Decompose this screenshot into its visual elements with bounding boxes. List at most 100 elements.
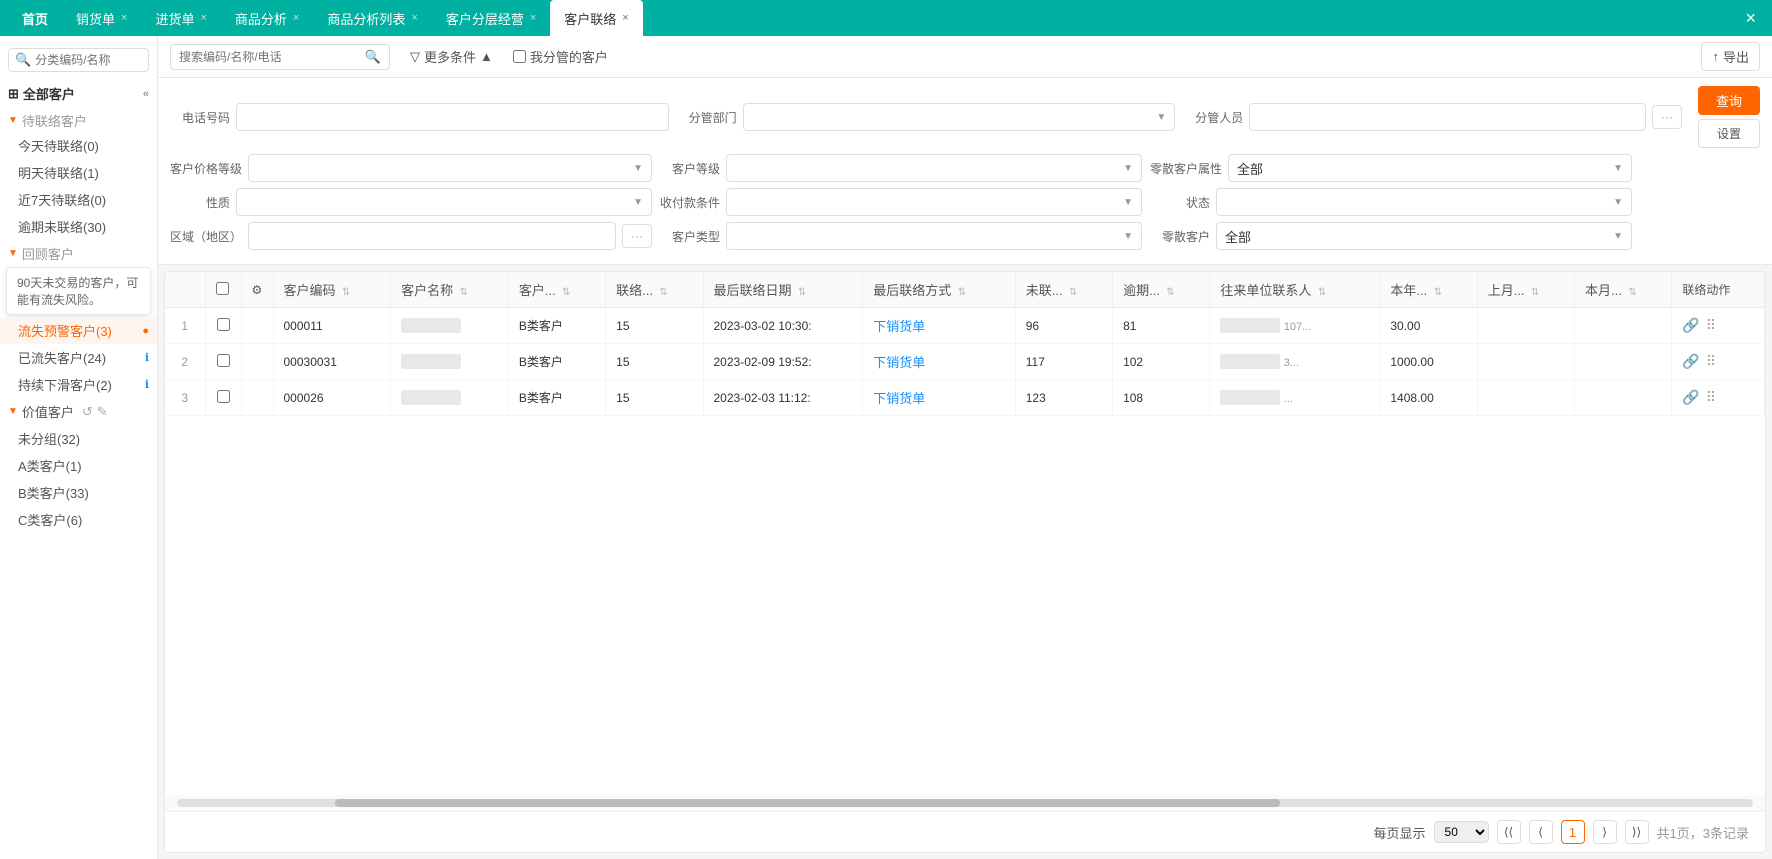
page-current-button[interactable]: 1 (1561, 820, 1585, 844)
nav-tab-customer-tier[interactable]: 客户分层经营 × (432, 0, 550, 36)
cell-overdue-2: 108 (1113, 380, 1210, 416)
page-next-button[interactable]: ⟩ (1593, 820, 1617, 844)
filter-select-manager[interactable] (1249, 103, 1646, 131)
sidebar-group-review[interactable]: ▼ 回顾客户 (0, 240, 157, 265)
export-button[interactable]: ↑ 导出 (1701, 42, 1760, 71)
nav-tab-sales[interactable]: 销货单 × (62, 0, 141, 36)
col-code[interactable]: 客户编码 ⇅ (273, 272, 391, 308)
last-contact-method-link-1[interactable]: 下销货单 (873, 355, 925, 370)
nav-tab-product-analysis-close[interactable]: × (293, 12, 299, 24)
col-this-month[interactable]: 本月... ⇅ (1575, 272, 1672, 308)
sidebar-all-customers[interactable]: ⊞ 全部客户 « (0, 80, 157, 107)
my-customers-checkbox-container[interactable]: 我分管的客户 (513, 47, 608, 66)
page-prev-button[interactable]: ⟨ (1529, 820, 1553, 844)
sidebar-item-7days-contact[interactable]: 近7天待联络(0) (0, 186, 157, 213)
filter-select-customer-level[interactable]: ▼ (726, 154, 1142, 182)
filter-select-price-level[interactable]: ▼ (248, 154, 652, 182)
nav-tab-purchase-close[interactable]: × (200, 12, 206, 24)
action-menu-icon-2[interactable]: ⠿ (1706, 389, 1716, 406)
filter-select-dept[interactable]: ▼ (743, 103, 1176, 131)
nav-tab-purchase[interactable]: 进货单 × (141, 0, 220, 36)
action-link-icon-0[interactable]: 🔗 (1682, 317, 1699, 334)
sidebar-item-c-class[interactable]: C类客户(6) (0, 506, 157, 533)
nav-tab-home[interactable]: 首页 (8, 0, 62, 36)
col-uncontacted[interactable]: 未联... ⇅ (1015, 272, 1112, 308)
sidebar-group-pending[interactable]: ▼ 待联络客户 (0, 107, 157, 132)
settings-button[interactable]: 设置 (1698, 119, 1760, 148)
last-contact-method-link-0[interactable]: 下销货单 (873, 319, 925, 334)
sidebar-item-churn-warning[interactable]: 流失预警客户(3) ● (0, 317, 157, 344)
row-checkbox-0[interactable] (217, 318, 230, 331)
nav-tab-product-analysis-list-close[interactable]: × (411, 12, 417, 24)
filter-select-status[interactable]: ▼ (1216, 188, 1632, 216)
filter-select-nature[interactable]: ▼ (236, 188, 652, 216)
sidebar: 🔍 ⊞ 全部客户 « ▼ 待联络客户 今天待联络(0) 明天待联络(1) 近7天… (0, 36, 158, 859)
filter-more-manager-button[interactable]: ··· (1652, 105, 1682, 129)
sidebar-item-a-class[interactable]: A类客户(1) (0, 452, 157, 479)
sidebar-group-value-label: 价值客户 (22, 402, 74, 421)
cell-last-contact-method-1: 下销货单 (863, 344, 1016, 380)
filter-search-input[interactable] (179, 50, 359, 64)
cell-contact-1: 15 (606, 344, 703, 380)
row-checkbox-1[interactable] (217, 354, 230, 367)
col-type[interactable]: 客户... ⇅ (508, 272, 605, 308)
horizontal-scrollbar[interactable] (177, 799, 1753, 807)
nav-tab-product-analysis[interactable]: 商品分析 × (221, 0, 313, 36)
col-last-month[interactable]: 上月... ⇅ (1477, 272, 1574, 308)
horizontal-scrollbar-thumb[interactable] (335, 799, 1281, 807)
nav-tab-sales-close[interactable]: × (121, 12, 127, 24)
filter-select-payment[interactable]: ▼ (726, 188, 1142, 216)
cell-action-1: 🔗 ⠿ (1672, 344, 1765, 380)
sidebar-item-overdue-contact[interactable]: 逾期未联络(30) (0, 213, 157, 240)
action-menu-icon-0[interactable]: ⠿ (1706, 317, 1716, 334)
sidebar-search-input[interactable] (35, 53, 142, 67)
sidebar-item-ungrouped[interactable]: 未分组(32) (0, 425, 157, 452)
last-contact-method-link-2[interactable]: 下销货单 (873, 391, 925, 406)
col-overdue[interactable]: 逾期... ⇅ (1113, 272, 1210, 308)
nav-tab-customer-contact-close[interactable]: × (622, 12, 628, 24)
col-last-contact-method[interactable]: 最后联络方式 ⇅ (863, 272, 1016, 308)
action-link-icon-1[interactable]: 🔗 (1682, 353, 1699, 370)
sidebar-item-churned[interactable]: 已流失客户(24) ℹ (0, 344, 157, 371)
nav-tab-customer-tier-close[interactable]: × (530, 12, 536, 24)
filter-select-customer-type[interactable]: ▼ (726, 222, 1142, 250)
edit-icon-value[interactable]: ✎ (97, 404, 108, 420)
filter-select-scatter-customer[interactable]: 全部 ▼ (1216, 222, 1632, 250)
sidebar-item-a-class-label: A类客户(1) (18, 456, 82, 475)
sidebar-item-declining[interactable]: 持续下滑客户(2) ℹ (0, 371, 157, 398)
sidebar-collapse-button[interactable]: « (143, 88, 149, 100)
window-close-button[interactable]: × (1745, 8, 1764, 29)
col-contact[interactable]: 联络... ⇅ (606, 272, 703, 308)
sidebar-group-value[interactable]: ▼ 价值客户 ↺ ✎ (0, 398, 157, 425)
filter-more-region-button[interactable]: ··· (622, 224, 652, 248)
filter-select-region[interactable] (248, 222, 616, 250)
sidebar-item-today-contact[interactable]: 今天待联络(0) (0, 132, 157, 159)
sidebar-item-tomorrow-contact[interactable]: 明天待联络(1) (0, 159, 157, 186)
filter-row-3: 性质 ▼ 收付款条件 ▼ 状态 (170, 188, 1760, 216)
col-settings[interactable]: ⚙ (241, 272, 273, 308)
nav-tab-sales-label: 销货单 (76, 9, 115, 28)
col-name[interactable]: 客户名称 ⇅ (391, 272, 509, 308)
nav-tab-product-analysis-list[interactable]: 商品分析列表 × (313, 0, 431, 36)
sidebar-item-b-class[interactable]: B类客户(33) (0, 479, 157, 506)
nav-tab-customer-contact[interactable]: 客户联络 × (550, 0, 642, 36)
my-customers-checkbox[interactable] (513, 50, 526, 63)
filter-input-phone[interactable] (236, 103, 669, 131)
page-first-button[interactable]: ⟨⟨ (1497, 820, 1521, 844)
per-page-select[interactable]: 50 100 200 (1434, 821, 1489, 843)
row-checkbox-2[interactable] (217, 390, 230, 403)
action-link-icon-2[interactable]: 🔗 (1682, 389, 1699, 406)
refresh-icon-value[interactable]: ↺ (82, 404, 93, 420)
col-this-year-label: 本年... (1390, 283, 1427, 298)
select-all-checkbox[interactable] (216, 282, 229, 295)
col-last-contact-date[interactable]: 最后联络日期 ⇅ (703, 272, 863, 308)
col-this-year[interactable]: 本年... ⇅ (1380, 272, 1477, 308)
filter-select-scatter-attr[interactable]: 全部 ▼ (1228, 154, 1632, 182)
more-conditions-button[interactable]: ▽ 更多条件 ▲ (402, 43, 501, 70)
col-company-contact[interactable]: 往来单位联系人 ⇅ (1210, 272, 1380, 308)
action-menu-icon-1[interactable]: ⠿ (1706, 353, 1716, 370)
sidebar-item-tomorrow-contact-label: 明天待联络(1) (18, 163, 99, 182)
query-button[interactable]: 查询 (1698, 86, 1760, 115)
page-last-button[interactable]: ⟩⟩ (1625, 820, 1649, 844)
chevron-down-icon-scatter-attr: ▼ (1613, 163, 1623, 174)
